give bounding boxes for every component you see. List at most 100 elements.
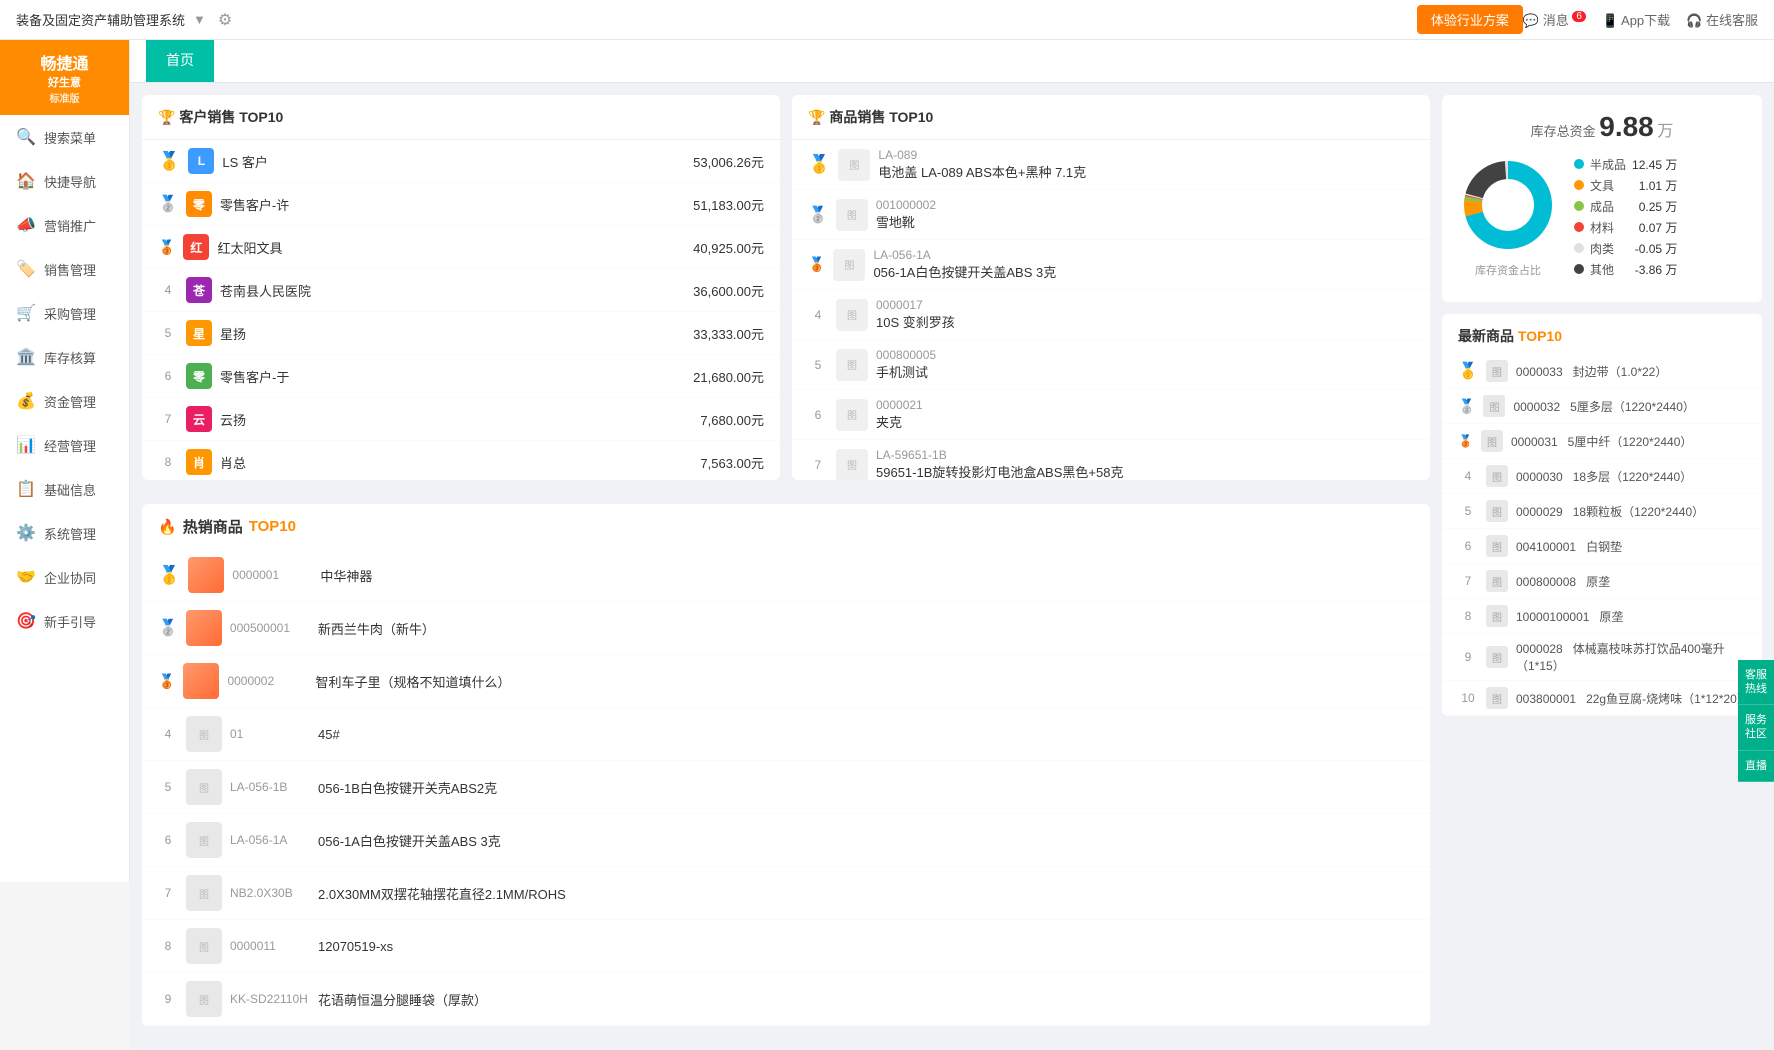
hot-product-img: 图 — [186, 769, 222, 805]
sidebar-item-system[interactable]: ⚙️ 系统管理 — [0, 511, 129, 555]
newest-product-name: 0000028 体械嘉枝味苏打饮品400毫升（1*15） — [1516, 640, 1746, 674]
sidebar-base-info-label: 基础信息 — [44, 480, 96, 499]
cooperation-icon: 🤝 — [16, 567, 36, 587]
legend-item: 半成品 12.45 万 — [1574, 156, 1677, 173]
product-img: 图 — [838, 149, 870, 181]
rank-row: 🥉 红 红太阳文具 40,925.00元 — [142, 226, 780, 269]
product-img: 图 — [836, 299, 868, 331]
customer-amount: 40,925.00元 — [693, 238, 764, 257]
donut-chart: 库存资金占比 — [1458, 155, 1558, 278]
hot-product-row: 6 图 LA-056-1A 056-1A白色按键开关盖ABS 3克 — [142, 814, 1430, 867]
float-btn-live[interactable]: 直播 — [1738, 751, 1774, 782]
hot-product-code: 0000001 — [232, 568, 312, 582]
hot-product-img: 图 — [186, 716, 222, 752]
legend-name: 成品 — [1590, 198, 1633, 215]
sidebar-logo: 畅捷通 好生意 标准版 — [0, 40, 129, 115]
sidebar: 畅捷通 好生意 标准版 🔍 搜索菜单 🏠 快捷导航 📣 营销推广 🏷️ 销售管理… — [0, 40, 130, 882]
hot-product-row: 🥇 0000001 中华神器 — [142, 549, 1430, 602]
newest-product-img: 图 — [1486, 535, 1508, 557]
product-sell-row: 6 图 0000021 夹克 — [792, 390, 1430, 440]
sidebar-purchase-label: 采购管理 — [44, 304, 96, 323]
sidebar-item-quicknav[interactable]: 🏠 快捷导航 — [0, 159, 129, 203]
hot-products-card: 🔥 热销商品 TOP10 🥇 0000001 中华神器 🥈 000500001 … — [142, 504, 1430, 1026]
product-code: 001000002 — [876, 198, 1414, 212]
app-download-action[interactable]: 📱 App下载 — [1602, 10, 1670, 29]
customer-avatar: 肖 — [186, 449, 212, 475]
medal-icon: 🥉 — [1458, 434, 1473, 448]
customer-amount: 36,600.00元 — [693, 281, 764, 300]
rank-number: 7 — [1458, 574, 1478, 588]
sidebar-item-sales[interactable]: 🏷️ 销售管理 — [0, 247, 129, 291]
medal-icon: 🥉 — [808, 256, 825, 273]
tab-home[interactable]: 首页 — [146, 40, 214, 82]
float-btn-community[interactable]: 服务社区 — [1738, 705, 1774, 751]
newest-product-row: 6 图 004100001 白钢垫 — [1442, 529, 1762, 564]
newest-product-img: 图 — [1483, 395, 1505, 417]
hot-product-img: 图 — [186, 875, 222, 911]
legend-dot — [1574, 180, 1584, 190]
product-name: 电池盖 LA-089 ABS本色+黑种 7.1克 — [878, 162, 1414, 181]
phone-icon: 📱 — [1602, 13, 1618, 28]
top-bar-actions: 💬 消息 6 📱 App下载 🎧 在线客服 — [1523, 10, 1758, 29]
dropdown-arrow-icon[interactable]: ▼ — [193, 12, 206, 27]
hot-product-name: 智利车子里（规格不知道填什么） — [315, 672, 1414, 691]
legend-item: 其他 -3.86 万 — [1574, 261, 1677, 278]
sidebar-item-inventory[interactable]: 🏛️ 库存核算 — [0, 335, 129, 379]
sidebar-item-search[interactable]: 🔍 搜索菜单 — [0, 115, 129, 159]
newest-product-row: 10 图 003800001 22g鱼豆腐-烧烤味（1*12*20） — [1442, 681, 1762, 716]
fire-icon: 🔥 — [158, 518, 177, 536]
hot-product-row: 7 图 NB2.0X30B 2.0X30MM双摆花轴摆花直径2.1MM/ROHS — [142, 867, 1430, 920]
customer-amount: 21,680.00元 — [693, 367, 764, 386]
legend-name: 文具 — [1590, 177, 1633, 194]
message-action[interactable]: 💬 消息 6 — [1523, 10, 1586, 29]
rank-number: 5 — [158, 780, 178, 794]
right-column: 库存总资金 9.88 万 — [1442, 95, 1762, 1038]
medal-icon: 🥇 — [158, 151, 180, 172]
experience-button[interactable]: 体验行业方案 — [1417, 5, 1523, 34]
product-code: LA-056-1A — [873, 248, 1414, 262]
product-info: 0000021 夹克 — [876, 398, 1414, 431]
sidebar-item-finance[interactable]: 💰 资金管理 — [0, 379, 129, 423]
online-service-action[interactable]: 🎧 在线客服 — [1686, 10, 1758, 29]
sidebar-item-cooperation[interactable]: 🤝 企业协同 — [0, 555, 129, 599]
float-btn-service[interactable]: 客服热线 — [1738, 660, 1774, 706]
rank-number: 4 — [158, 727, 178, 741]
edition-label: 标准版 — [10, 90, 119, 105]
newest-product-row: 🥉 图 0000031 5厘中纤（1220*2440） — [1442, 424, 1762, 459]
legend-item: 材料 0.07 万 — [1574, 219, 1677, 236]
sidebar-guide-label: 新手引导 — [44, 612, 96, 631]
left-column: 🏆 客户销售 TOP10 🥇 L LS 客户 53,006.26元 🥈 零 零售… — [142, 95, 1430, 1038]
hot-product-name: 056-1B白色按键开关壳ABS2克 — [318, 778, 1414, 797]
customer-name: LS 客户 — [222, 152, 685, 171]
customer-amount: 53,006.26元 — [693, 152, 764, 171]
settings-icon[interactable]: ⚙ — [218, 10, 232, 30]
legend-item: 肉类 -0.05 万 — [1574, 240, 1677, 257]
sidebar-item-guide[interactable]: 🎯 新手引导 — [0, 599, 129, 643]
sidebar-item-operations[interactable]: 📊 经营管理 — [0, 423, 129, 467]
product-code: LA-59651-1B — [876, 448, 1414, 462]
rank-number: 7 — [158, 886, 178, 900]
product-sell-row: 🥈 图 001000002 雪地靴 — [792, 190, 1430, 240]
sales-icon: 🏷️ — [16, 259, 36, 279]
hot-product-name: 056-1A白色按键开关盖ABS 3克 — [318, 831, 1414, 850]
finance-icon: 💰 — [16, 391, 36, 411]
rank-row: 🥈 零 零售客户-许 51,183.00元 — [142, 183, 780, 226]
product-sell-rank-card: 🏆 商品销售 TOP10 🥇 图 LA-089 电池盖 LA-089 ABS本色… — [792, 95, 1430, 480]
system-title: 装备及固定资产辅助管理系统 — [16, 10, 185, 29]
newest-products-card: 最新商品 TOP10 🥇 图 0000033 封边带（1.0*22） 🥈 图 0… — [1442, 314, 1762, 716]
sidebar-system-label: 系统管理 — [44, 524, 96, 543]
sidebar-item-base-info[interactable]: 📋 基础信息 — [0, 467, 129, 511]
newest-product-name: 004100001 白钢垫 — [1516, 538, 1746, 555]
customer-amount: 7,680.00元 — [700, 410, 764, 429]
newest-product-name: 10000100001 原垄 — [1516, 608, 1746, 625]
rank-number: 5 — [808, 358, 828, 372]
app-download-label: App下载 — [1621, 13, 1670, 28]
legend-value: -0.05 万 — [1635, 240, 1678, 257]
sidebar-search-label: 搜索菜单 — [44, 128, 96, 147]
customer-name: 红太阳文具 — [217, 238, 685, 257]
sidebar-item-purchase[interactable]: 🛒 采购管理 — [0, 291, 129, 335]
sidebar-item-marketing[interactable]: 📣 营销推广 — [0, 203, 129, 247]
legend-name: 半成品 — [1590, 156, 1626, 173]
legend-dot — [1574, 264, 1584, 274]
hot-products-list: 🥇 0000001 中华神器 🥈 000500001 新西兰牛肉（新牛） 🥉 0… — [142, 549, 1430, 1026]
